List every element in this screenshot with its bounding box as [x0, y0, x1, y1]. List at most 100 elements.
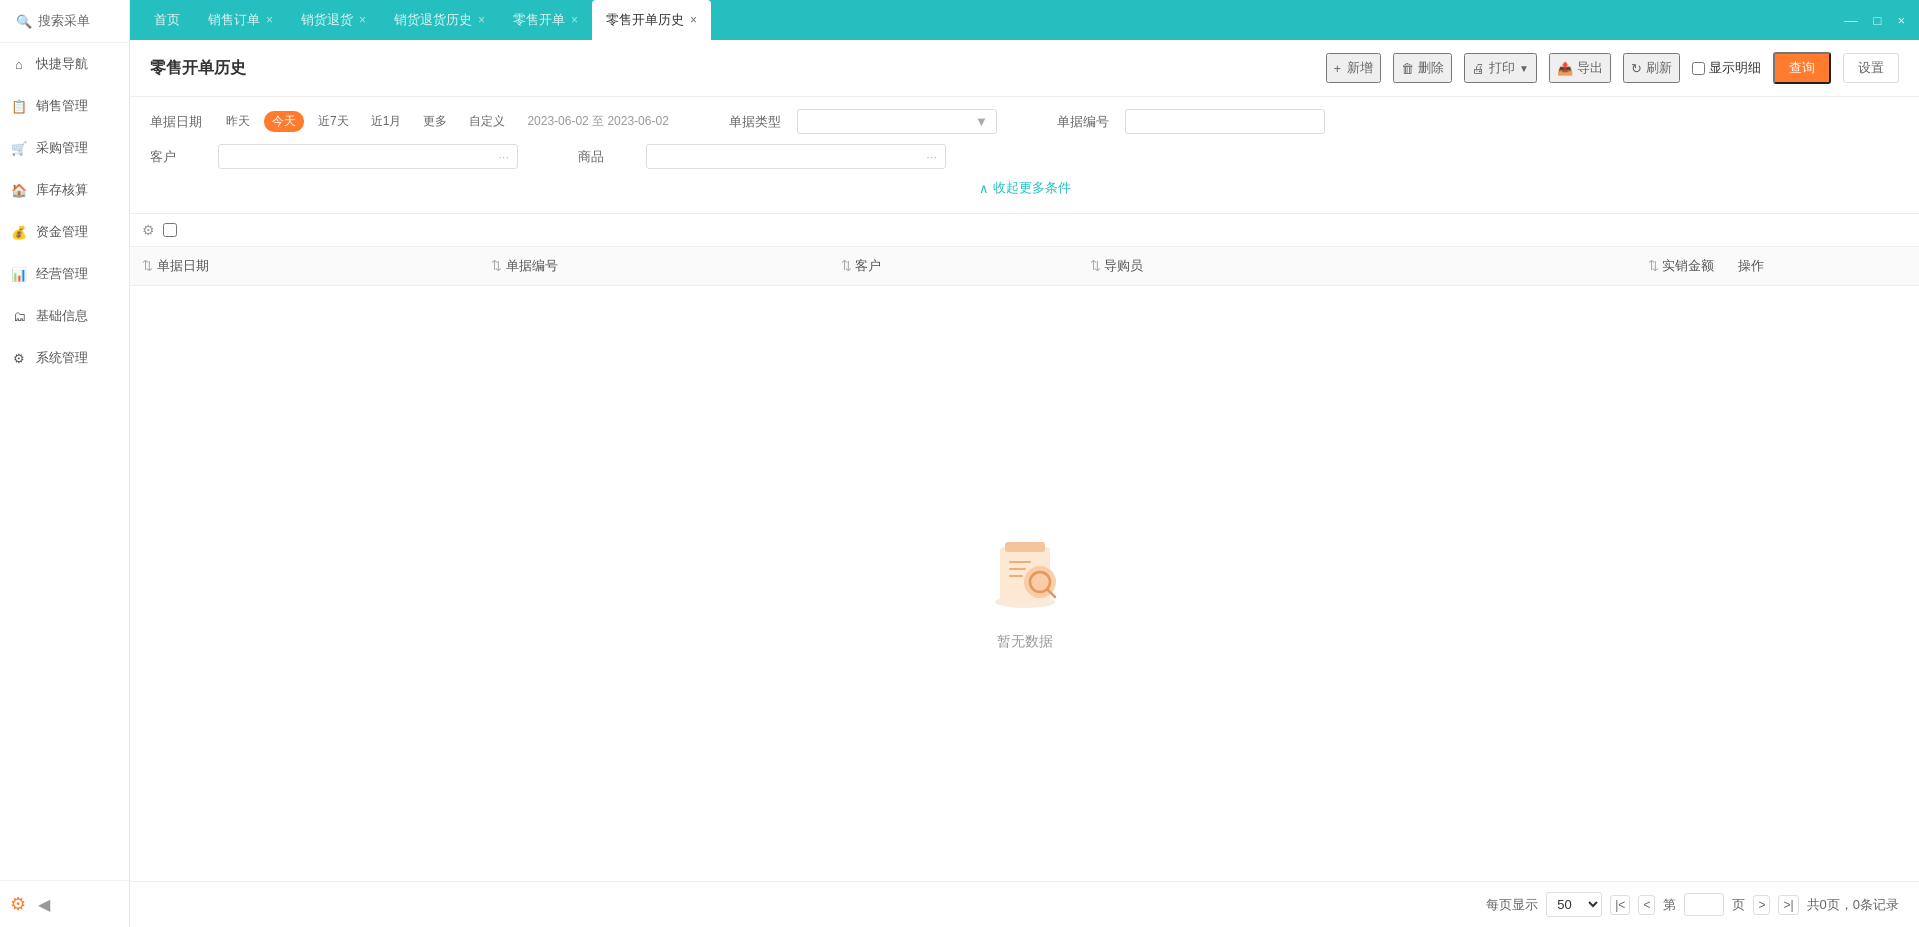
tab-sales-return-history-close[interactable]: × [478, 13, 485, 27]
sidebar-item-quick-nav[interactable]: ⌂ 快捷导航 [0, 43, 129, 85]
per-page-label: 每页显示 [1486, 896, 1538, 914]
empty-state: 暂无数据 [130, 286, 1919, 881]
table-settings-icon[interactable]: ⚙ [142, 222, 155, 238]
filter-order-type-group: 单据类型 ▼ [729, 109, 997, 134]
per-page-select[interactable]: 50 100 200 [1546, 892, 1602, 917]
customer-label: 客户 [150, 148, 210, 166]
last-page-btn[interactable]: >| [1778, 895, 1798, 915]
date-btn-last7days[interactable]: 近7天 [310, 111, 357, 132]
sidebar-search[interactable]: 🔍 搜索采单 [0, 0, 129, 43]
page-number-input[interactable]: 1 [1684, 893, 1724, 916]
tab-home-label: 首页 [154, 11, 180, 29]
sidebar-item-label-sales: 销售管理 [36, 97, 88, 115]
col-actions-label: 操作 [1738, 258, 1764, 273]
tab-sales-return-label: 销货退货 [301, 11, 353, 29]
col-customer: ⇅ 客户 [829, 247, 1078, 286]
basic-icon: 🗂 [10, 307, 28, 325]
collapse-filter-btn[interactable]: ∧ 收起更多条件 [150, 179, 1899, 197]
date-btn-yesterday[interactable]: 昨天 [218, 111, 258, 132]
sidebar-item-finance[interactable]: 💰 资金管理 [0, 211, 129, 253]
delete-button[interactable]: 🗑 删除 [1393, 53, 1452, 83]
col-date-label: 单据日期 [157, 258, 209, 273]
filter-date-options: 昨天 今天 近7天 近1月 更多 自定义 2023-06-02 至 2023-0… [218, 111, 669, 132]
tab-retail-open-history[interactable]: 零售开单历史 × [592, 0, 711, 40]
sidebar-item-label-operations: 经营管理 [36, 265, 88, 283]
tab-sales-return-history[interactable]: 销货退货历史 × [380, 0, 499, 40]
home-icon: ⌂ [10, 55, 28, 73]
sidebar-item-purchase-mgmt[interactable]: 🛒 采购管理 [0, 127, 129, 169]
order-no-label: 单据编号 [1057, 113, 1117, 131]
collapse-filter-label: 收起更多条件 [993, 179, 1071, 197]
display-detail-checkbox[interactable] [1692, 62, 1705, 75]
col-amount: ⇅ 实销金额 [1377, 247, 1726, 286]
customer-dots-icon: ··· [498, 149, 509, 164]
filter-goods-group: 商品 ··· [578, 144, 946, 169]
col-guide-label: 导购员 [1104, 258, 1143, 273]
date-btn-today[interactable]: 今天 [264, 111, 304, 132]
search-button[interactable]: 查询 [1773, 52, 1831, 84]
tab-retail-open[interactable]: 零售开单 × [499, 0, 592, 40]
export-icon: 📤 [1557, 61, 1573, 76]
filter-area: 单据日期 昨天 今天 近7天 近1月 更多 自定义 2023-06-02 至 2… [130, 97, 1919, 214]
tab-home[interactable]: 首页 [140, 0, 194, 40]
window-maximize-btn[interactable]: □ [1870, 11, 1886, 30]
col-amount-label: 实销金额 [1662, 258, 1714, 273]
col-customer-label: 客户 [855, 258, 881, 273]
goods-select[interactable]: ··· [646, 144, 946, 169]
collapse-sidebar-icon[interactable]: ◀ [38, 895, 50, 914]
tab-sales-return-close[interactable]: × [359, 13, 366, 27]
window-close-btn[interactable]: × [1893, 11, 1909, 30]
first-page-btn[interactable]: |< [1610, 895, 1630, 915]
sidebar-item-sales-mgmt[interactable]: 📋 销售管理 [0, 85, 129, 127]
sort-icon-no: ⇅ [491, 258, 502, 273]
order-no-input[interactable] [1125, 109, 1325, 134]
display-detail-checkbox-label[interactable]: 显示明细 [1692, 59, 1761, 77]
order-type-select[interactable]: ▼ [797, 109, 997, 134]
table-header: ⇅ 单据日期 ⇅ 单据编号 ⇅ 客户 ⇅ 导购员 [130, 247, 1919, 286]
date-btn-custom[interactable]: 自定义 [461, 111, 513, 132]
tab-sales-order-close[interactable]: × [266, 13, 273, 27]
select-all-checkbox[interactable] [163, 223, 177, 237]
sidebar-item-system-mgmt[interactable]: ⚙ 系统管理 [0, 337, 129, 379]
sidebar-item-operations[interactable]: 📊 经营管理 [0, 253, 129, 295]
customer-select[interactable]: ··· [218, 144, 518, 169]
tab-retail-open-close[interactable]: × [571, 13, 578, 27]
next-page-btn[interactable]: > [1753, 895, 1770, 915]
page-actions: + 新增 🗑 删除 🖨 打印 ▼ 📤 导出 ↻ 刷 [1326, 52, 1900, 84]
top-right-controls: — □ × [1841, 11, 1909, 30]
print-icon: 🖨 [1472, 61, 1485, 76]
date-btn-last1month[interactable]: 近1月 [363, 111, 410, 132]
col-no: ⇅ 单据编号 [479, 247, 828, 286]
date-filter-label: 单据日期 [150, 113, 210, 131]
svg-rect-2 [1005, 542, 1045, 552]
system-icon: ⚙ [10, 349, 28, 367]
settings-button[interactable]: 设置 [1843, 53, 1899, 83]
page-title: 零售开单历史 [150, 58, 246, 79]
page-header: 零售开单历史 + 新增 🗑 删除 🖨 打印 ▼ 📤 导出 [130, 40, 1919, 97]
window-minimize-btn[interactable]: — [1841, 11, 1862, 30]
new-button[interactable]: + 新增 [1326, 53, 1382, 83]
prev-page-btn[interactable]: < [1638, 895, 1655, 915]
col-date: ⇅ 单据日期 [130, 247, 479, 286]
tab-sales-return[interactable]: 销货退货 × [287, 0, 380, 40]
sidebar-item-inventory[interactable]: 🏠 库存核算 [0, 169, 129, 211]
goods-dots-icon: ··· [926, 149, 937, 164]
tab-sales-order[interactable]: 销售订单 × [194, 0, 287, 40]
plus-icon: + [1334, 61, 1342, 76]
page-container: 零售开单历史 + 新增 🗑 删除 🖨 打印 ▼ 📤 导出 [130, 40, 1919, 927]
export-button[interactable]: 📤 导出 [1549, 53, 1611, 83]
filter-customer-group: 客户 ··· [150, 144, 518, 169]
order-type-label: 单据类型 [729, 113, 789, 131]
sidebar-item-basic-info[interactable]: 🗂 基础信息 [0, 295, 129, 337]
settings-icon[interactable]: ⚙ [10, 893, 26, 915]
date-btn-more[interactable]: 更多 [415, 111, 455, 132]
search-icon: 🔍 [16, 14, 32, 29]
filter-date-group: 单据日期 昨天 今天 近7天 近1月 更多 自定义 2023-06-02 至 2… [150, 111, 669, 132]
print-button[interactable]: 🖨 打印 ▼ [1464, 53, 1537, 83]
tab-sales-order-label: 销售订单 [208, 11, 260, 29]
filter-row-2: 客户 ··· 商品 ··· [150, 144, 1899, 169]
tab-retail-open-history-close[interactable]: × [690, 13, 697, 27]
goods-label: 商品 [578, 148, 638, 166]
refresh-button[interactable]: ↻ 刷新 [1623, 53, 1680, 83]
page-label: 第 [1663, 896, 1676, 914]
